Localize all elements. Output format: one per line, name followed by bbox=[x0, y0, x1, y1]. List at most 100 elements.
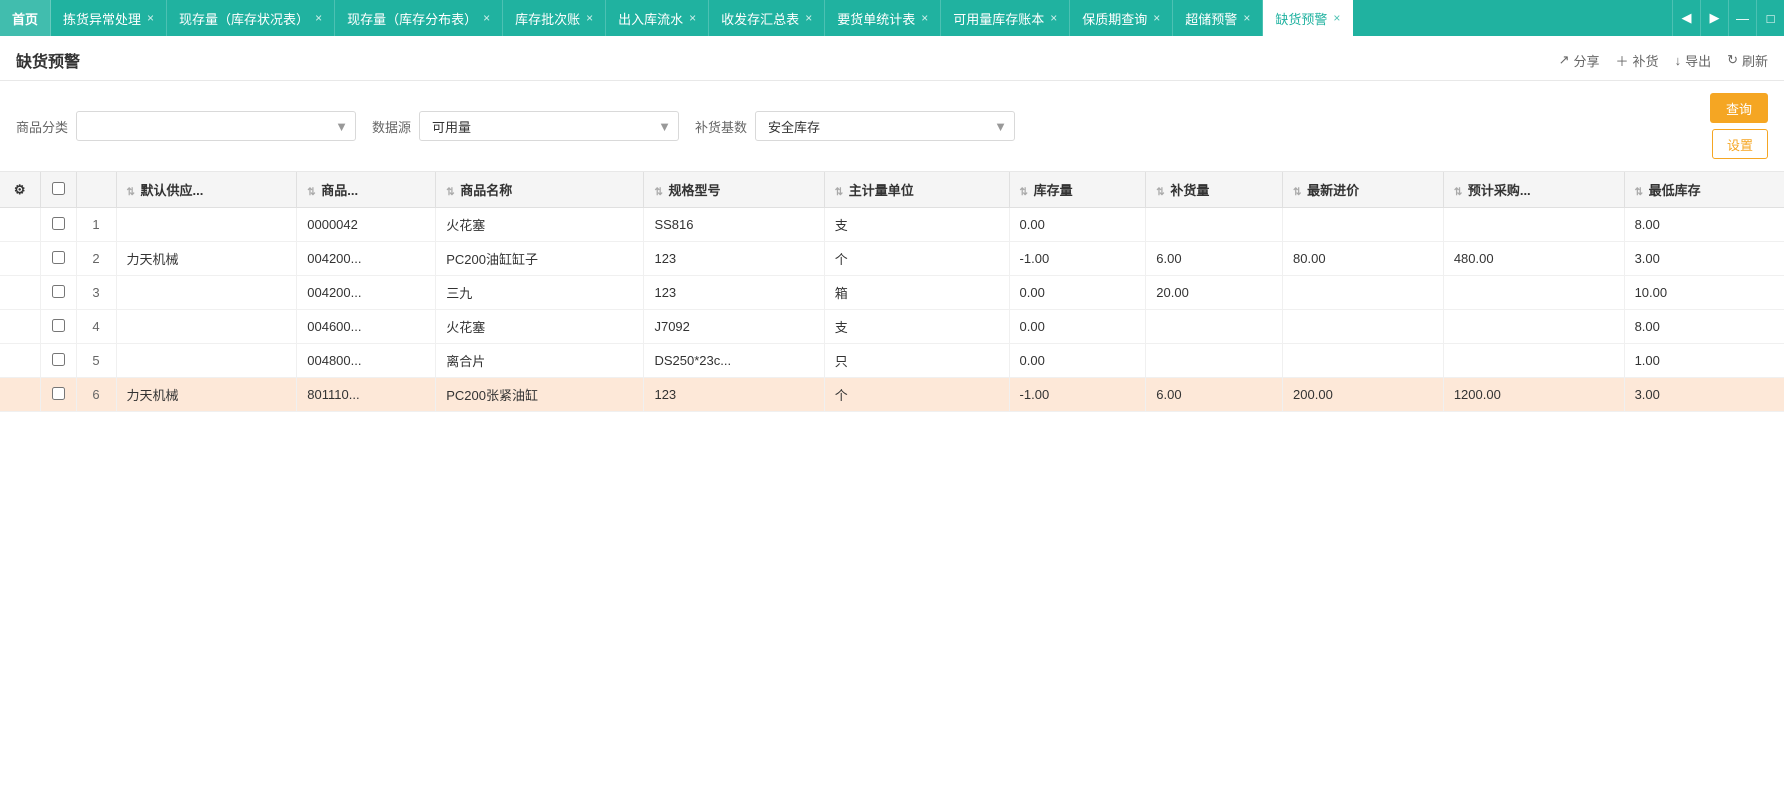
tab-next-button[interactable]: ▶ bbox=[1700, 0, 1728, 36]
tab-inventory-status-close[interactable]: × bbox=[315, 11, 322, 25]
replenish-base-value: 安全库存 bbox=[768, 117, 820, 136]
col-supplier-header[interactable]: ⇅ 默认供应... bbox=[116, 172, 297, 208]
row-checkbox-cell[interactable] bbox=[40, 344, 76, 378]
tab-batch-account[interactable]: 库存批次账 × bbox=[503, 0, 606, 36]
row-checkbox-2[interactable] bbox=[52, 285, 65, 298]
tab-expiry-query[interactable]: 保质期查询 × bbox=[1070, 0, 1173, 36]
setting-button[interactable]: 设置 bbox=[1712, 129, 1768, 159]
tab-minimize-button[interactable]: — bbox=[1728, 0, 1756, 36]
category-select[interactable] bbox=[76, 111, 356, 141]
tab-inout-flow-close[interactable]: × bbox=[689, 11, 696, 25]
row-checkbox-cell[interactable] bbox=[40, 310, 76, 344]
product-code-sort-icon: ⇅ bbox=[307, 187, 315, 198]
tab-available-ledger-close[interactable]: × bbox=[1050, 11, 1057, 25]
replenish-base-select-wrapper: 安全库存 ▼ bbox=[755, 111, 1015, 141]
datasource-select[interactable]: 可用量 bbox=[419, 111, 679, 141]
replenish-base-select[interactable]: 安全库存 bbox=[755, 111, 1015, 141]
row-supplier-4 bbox=[116, 344, 297, 378]
replenish-sort-icon: ⇅ bbox=[1156, 187, 1164, 198]
row-checkbox-1[interactable] bbox=[52, 251, 65, 264]
export-label: 导出 bbox=[1685, 51, 1711, 70]
category-select-wrapper: ▼ bbox=[76, 111, 356, 141]
col-product-name-header[interactable]: ⇅ 商品名称 bbox=[436, 172, 644, 208]
tab-shortage-close[interactable]: × bbox=[1333, 11, 1340, 25]
col-stock-header[interactable]: ⇅ 库存量 bbox=[1009, 172, 1146, 208]
tab-order-stat-close[interactable]: × bbox=[921, 11, 928, 25]
row-unit-1: 个 bbox=[824, 242, 1009, 276]
row-product-code-4: 004800... bbox=[297, 344, 436, 378]
col-checkbox-header[interactable] bbox=[40, 172, 76, 208]
replenish-base-filter-group: 补货基数 安全库存 ▼ bbox=[695, 111, 1015, 141]
col-latest-price-header[interactable]: ⇅ 最新进价 bbox=[1283, 172, 1444, 208]
tab-abnormal[interactable]: 拣货异常处理 × bbox=[51, 0, 167, 36]
export-button[interactable]: ↓ 导出 bbox=[1675, 51, 1712, 70]
row-supplier-5: 力天机械 bbox=[116, 378, 297, 412]
table-header-row: ⚙ ⇅ 默认供应... ⇅ 商品... bbox=[0, 172, 1784, 208]
row-checkbox-4[interactable] bbox=[52, 353, 65, 366]
row-latest-price-4 bbox=[1283, 344, 1444, 378]
tab-collection[interactable]: 收发存汇总表 × bbox=[709, 0, 825, 36]
row-checkbox-cell[interactable] bbox=[40, 208, 76, 242]
tab-overstock[interactable]: 超储预警 × bbox=[1173, 0, 1263, 36]
row-est-purchase-1: 480.00 bbox=[1443, 242, 1624, 276]
min-stock-sort-icon: ⇅ bbox=[1635, 187, 1643, 198]
row-supplier-3 bbox=[116, 310, 297, 344]
col-settings[interactable]: ⚙ bbox=[0, 172, 40, 208]
tab-batch-account-close[interactable]: × bbox=[586, 11, 593, 25]
row-spec-0: SS816 bbox=[644, 208, 824, 242]
col-spec-header[interactable]: ⇅ 规格型号 bbox=[644, 172, 824, 208]
category-label: 商品分类 bbox=[16, 117, 68, 136]
col-min-stock-header[interactable]: ⇅ 最低库存 bbox=[1624, 172, 1784, 208]
col-product-code-header[interactable]: ⇅ 商品... bbox=[297, 172, 436, 208]
tab-inventory-dist-close[interactable]: × bbox=[483, 11, 490, 25]
query-button[interactable]: 查询 bbox=[1710, 93, 1768, 123]
row-est-purchase-2 bbox=[1443, 276, 1624, 310]
row-min-stock-4: 1.00 bbox=[1624, 344, 1784, 378]
row-spec-2: 123 bbox=[644, 276, 824, 310]
refresh-button[interactable]: ↻ 刷新 bbox=[1727, 51, 1768, 70]
tab-inventory-dist[interactable]: 现存量（库存分布表） × bbox=[335, 0, 503, 36]
row-latest-price-0 bbox=[1283, 208, 1444, 242]
row-checkbox-0[interactable] bbox=[52, 217, 65, 230]
tab-abnormal-label: 拣货异常处理 bbox=[63, 9, 141, 28]
replenish-header-label: 补货量 bbox=[1170, 183, 1209, 198]
datasource-value: 可用量 bbox=[432, 117, 471, 136]
replenish-button[interactable]: ＋ 补货 bbox=[1616, 51, 1659, 70]
col-replenish-header[interactable]: ⇅ 补货量 bbox=[1146, 172, 1283, 208]
tab-shortage[interactable]: 缺货预警 × bbox=[1263, 0, 1353, 36]
tab-inout-flow[interactable]: 出入库流水 × bbox=[606, 0, 709, 36]
tab-prev-button[interactable]: ◀ bbox=[1672, 0, 1700, 36]
row-checkbox-cell[interactable] bbox=[40, 242, 76, 276]
select-all-checkbox[interactable] bbox=[52, 182, 65, 195]
tab-available-ledger[interactable]: 可用量库存账本 × bbox=[941, 0, 1070, 36]
col-unit-header[interactable]: ⇅ 主计量单位 bbox=[824, 172, 1009, 208]
tab-order-stat[interactable]: 要货单统计表 × bbox=[825, 0, 941, 36]
page-header: 缺货预警 ↗ 分享 ＋ 补货 ↓ 导出 ↻ 刷新 bbox=[0, 36, 1784, 81]
tab-expiry-query-close[interactable]: × bbox=[1153, 11, 1160, 25]
tab-collection-close[interactable]: × bbox=[805, 11, 812, 25]
row-checkbox-5[interactable] bbox=[52, 387, 65, 400]
tab-overstock-close[interactable]: × bbox=[1243, 11, 1250, 25]
row-product-name-0: 火花塞 bbox=[436, 208, 644, 242]
col-est-purchase-header[interactable]: ⇅ 预计采购... bbox=[1443, 172, 1624, 208]
row-replenish-5: 6.00 bbox=[1146, 378, 1283, 412]
est-purchase-header-label: 预计采购... bbox=[1468, 183, 1531, 198]
est-purchase-sort-icon: ⇅ bbox=[1454, 187, 1462, 198]
row-checkbox-cell[interactable] bbox=[40, 276, 76, 310]
row-number-0: 1 bbox=[76, 208, 116, 242]
row-settings-cell bbox=[0, 208, 40, 242]
tab-inventory-status-label: 现存量（库存状况表） bbox=[179, 9, 309, 28]
tab-home[interactable]: 首页 bbox=[0, 0, 51, 36]
row-latest-price-1: 80.00 bbox=[1283, 242, 1444, 276]
share-button[interactable]: ↗ 分享 bbox=[1559, 51, 1600, 70]
row-checkbox-3[interactable] bbox=[52, 319, 65, 332]
row-spec-4: DS250*23c... bbox=[644, 344, 824, 378]
tab-abnormal-close[interactable]: × bbox=[147, 11, 154, 25]
row-est-purchase-5: 1200.00 bbox=[1443, 378, 1624, 412]
tab-maximize-button[interactable]: □ bbox=[1756, 0, 1784, 36]
row-product-code-2: 004200... bbox=[297, 276, 436, 310]
row-number-3: 4 bbox=[76, 310, 116, 344]
page-container: 缺货预警 ↗ 分享 ＋ 补货 ↓ 导出 ↻ 刷新 商品分类 bbox=[0, 36, 1784, 796]
row-checkbox-cell[interactable] bbox=[40, 378, 76, 412]
tab-inventory-status[interactable]: 现存量（库存状况表） × bbox=[167, 0, 335, 36]
